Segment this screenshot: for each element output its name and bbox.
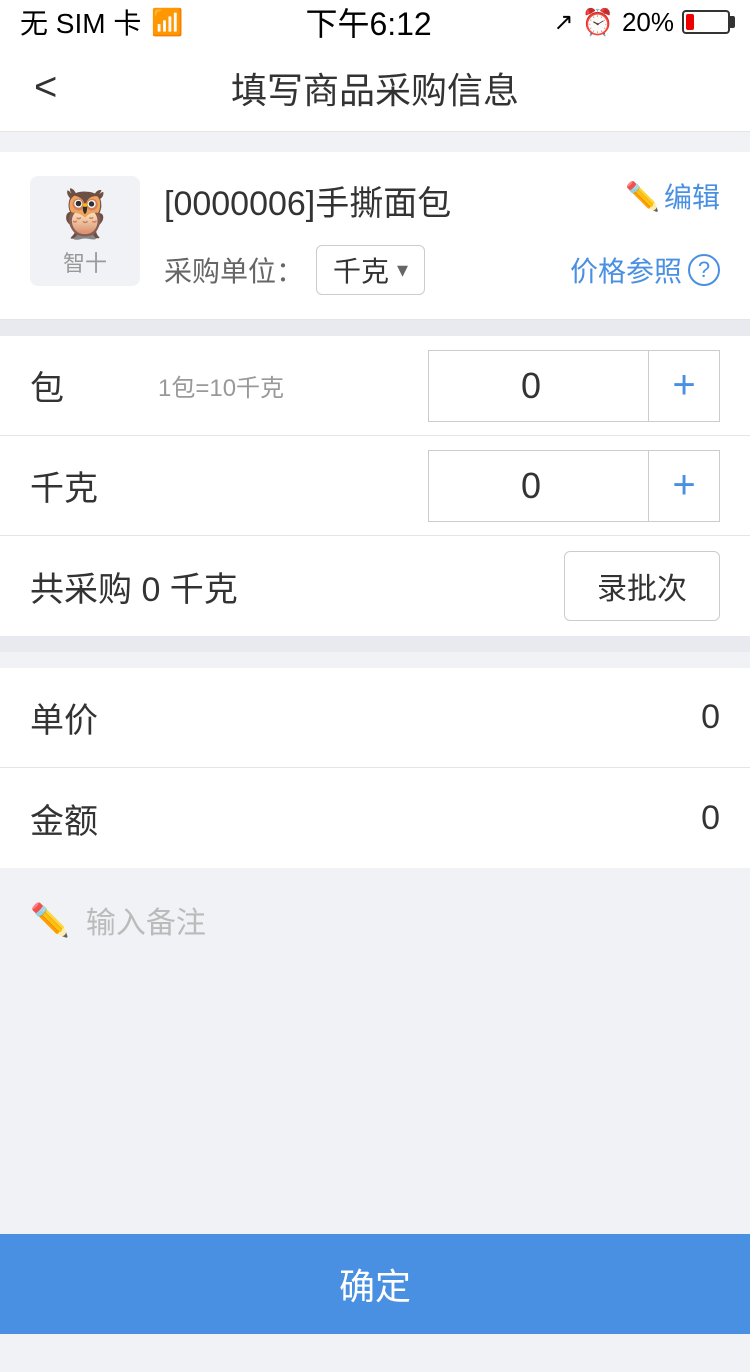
bag-label: 包 [30,361,150,410]
status-bar-left: 无 SIM 卡 📶 [20,2,184,42]
unit-value: 千克 [333,250,389,290]
notes-section[interactable]: ✏️ 输入备注 [0,868,750,972]
bag-plus-button[interactable]: + [648,350,720,422]
kg-input[interactable] [428,450,648,522]
product-owl-icon: 🦉 [55,185,115,242]
unit-price-label: 单价 [30,693,98,742]
price-ref-label: 价格参照 [570,250,682,290]
product-name: [0000006]手撕面包 [164,176,625,225]
nav-bar: < 填写商品采购信息 [0,44,750,132]
record-batch-button[interactable]: 录批次 [564,551,720,621]
info-icon: ? [688,254,720,286]
amount-value: 0 [701,799,720,838]
product-image: 🦉 智十 [30,176,140,286]
kg-label: 千克 [30,461,150,510]
product-info: [0000006]手撕面包 ✏️ 编辑 采购单位： 千克 ▾ 价格参照 ? [164,176,720,295]
status-bar: 无 SIM 卡 📶 下午6:12 ↗ ⏰ 20% [0,0,750,44]
product-name-row: [0000006]手撕面包 ✏️ 编辑 [164,176,720,225]
chevron-down-icon: ▾ [397,257,408,283]
divider-1 [0,320,750,336]
unit-label: 采购单位： [164,250,304,290]
kg-plus-button[interactable]: + [648,450,720,522]
total-row: 共采购 0 千克 录批次 [0,536,750,636]
pencil-icon: ✏️ [30,901,70,939]
edit-icon: ✏️ [625,180,660,213]
status-bar-right: ↗ ⏰ 20% [553,7,730,38]
product-card: 🦉 智十 [0000006]手撕面包 ✏️ 编辑 采购单位： 千克 ▾ 价格参照… [0,152,750,320]
divider-2 [0,636,750,652]
alarm-icon: ⏰ [582,7,614,38]
battery-percent: 20% [622,7,674,38]
status-bar-time: 下午6:12 [305,0,431,45]
page-title: 填写商品采购信息 [231,62,519,114]
bag-input-wrapper: + [428,350,720,422]
battery-icon [682,10,730,34]
carrier-label: 无 SIM 卡 [20,2,141,42]
kg-input-row: 千克 + [0,436,750,536]
bag-input-row: 包 1包=10千克 + [0,336,750,436]
notes-placeholder: 输入备注 [86,898,206,942]
confirm-button[interactable]: 确定 [0,1234,750,1334]
unit-selector[interactable]: 千克 ▾ [316,245,425,295]
product-image-label: 智十 [63,246,107,278]
price-ref-button[interactable]: 价格参照 ? [570,250,720,290]
input-section: 包 1包=10千克 + 千克 + [0,336,750,536]
price-section: 单价 0 金额 0 [0,668,750,868]
back-button[interactable]: < [24,55,67,120]
bag-input[interactable] [428,350,648,422]
edit-button[interactable]: ✏️ 编辑 [625,176,720,216]
location-icon: ↗ [553,8,573,37]
wifi-icon: 📶 [151,7,183,38]
unit-row: 采购单位： 千克 ▾ 价格参照 ? [164,245,720,295]
confirm-button-label: 确定 [339,1258,411,1310]
unit-price-row: 单价 0 [0,668,750,768]
amount-label: 金额 [30,794,98,843]
total-label: 共采购 0 千克 [30,562,238,611]
bag-sub-label: 1包=10千克 [158,368,284,403]
kg-input-wrapper: + [428,450,720,522]
amount-row: 金额 0 [0,768,750,868]
unit-price-value: 0 [701,698,720,737]
